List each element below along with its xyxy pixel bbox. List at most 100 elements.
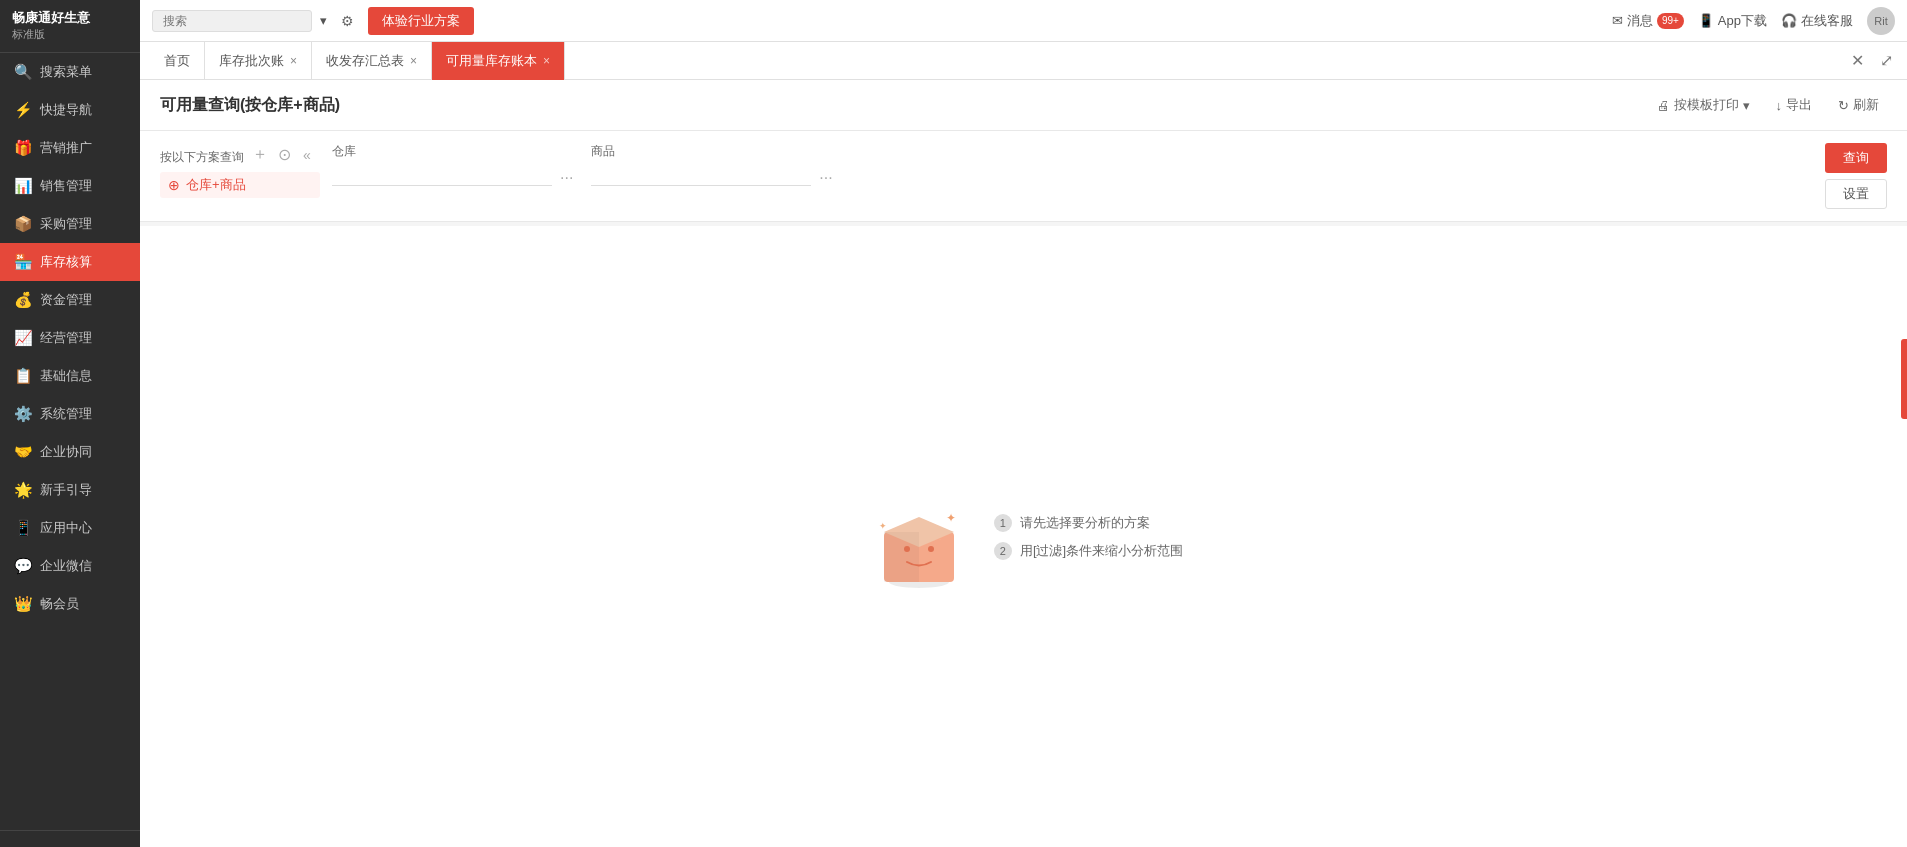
page-title: 可用量查询(按仓库+商品) [160,95,340,116]
export-button[interactable]: ↓ 导出 [1768,92,1821,118]
product-field: 商品 ... [591,143,836,186]
sidebar-item-14[interactable]: 👑 畅会员 [0,585,140,623]
svg-point-4 [904,546,910,552]
print-label: 按模板打印 [1674,96,1739,114]
hint-text-1: 请先选择要分析的方案 [1020,514,1150,532]
message-icon: ✉ [1612,13,1623,28]
sidebar-item-icon-1: ⚡ [14,101,32,119]
settings-button[interactable]: 设置 [1825,179,1887,209]
product-label: 商品 [591,143,836,160]
sidebar-item-label-13: 企业微信 [40,557,92,575]
expand-tab-button[interactable]: ⤢ [1874,49,1899,72]
scheme-item-label: 仓库+商品 [186,176,246,194]
warehouse-input[interactable] [332,162,552,186]
sidebar-item-11[interactable]: 🌟 新手引导 [0,471,140,509]
sidebar-item-icon-10: 🤝 [14,443,32,461]
filter-scheme-label: 按以下方案查询 [160,149,244,166]
print-dropdown-icon[interactable]: ▾ [1743,98,1750,113]
tabs-controls: ✕ ⤢ [1837,49,1907,72]
tab-available-qty-label: 可用量库存账本 [446,52,537,70]
search-input[interactable] [152,10,312,32]
hint-num-2: 2 [994,542,1012,560]
dropdown-icon[interactable]: ▾ [320,13,327,28]
print-button[interactable]: 🖨 按模板打印 ▾ [1649,92,1758,118]
sidebar-item-1[interactable]: ⚡ 快捷导航 [0,91,140,129]
message-label: 消息 [1627,12,1653,30]
export-icon: ↓ [1776,98,1783,113]
brand-edition: 标准版 [12,27,128,42]
sidebar-item-label-0: 搜索菜单 [40,63,92,81]
tab-available-qty-close[interactable]: × [543,54,550,68]
svg-text:✦: ✦ [879,521,887,531]
sidebar-item-12[interactable]: 📱 应用中心 [0,509,140,547]
filter-fields: 仓库 ... 商品 ... [332,143,1803,186]
sidebar-item-label-9: 系统管理 [40,405,92,423]
sidebar-item-0[interactable]: 🔍 搜索菜单 [0,53,140,91]
query-actions: 查询 设置 [1815,143,1887,209]
sidebar-item-icon-14: 👑 [14,595,32,613]
scheme-item-warehouse-product[interactable]: ⊕ 仓库+商品 [160,172,320,198]
app-download-label: App下载 [1718,12,1767,30]
warehouse-input-group: ... [332,162,577,186]
sidebar-item-2[interactable]: 🎁 营销推广 [0,129,140,167]
close-tab-button[interactable]: ✕ [1845,49,1870,72]
svg-text:✦: ✦ [946,511,956,525]
tab-summary[interactable]: 收发存汇总表 × [312,42,432,80]
message-button[interactable]: ✉ 消息 99+ [1612,12,1684,30]
sidebar-item-icon-8: 📋 [14,367,32,385]
empty-state: ✦ ✦ · 1 请先选择要分析的方案 2 用[过滤]条件来缩小分析范围 [140,226,1907,847]
tab-home-label: 首页 [164,52,190,70]
gear-icon[interactable]: ⚙ [335,11,360,31]
hint-num-1: 1 [994,514,1012,532]
empty-hints: 1 请先选择要分析的方案 2 用[过滤]条件来缩小分析范围 [994,514,1183,560]
svg-rect-3 [884,532,919,582]
collapse-button[interactable]: « [299,147,315,163]
add-scheme-button[interactable]: ＋ [250,144,270,165]
sidebar: 畅康通好生意 标准版 🔍 搜索菜单 ⚡ 快捷导航 🎁 营销推广 📊 销售管理 📦… [0,0,140,847]
online-service-button[interactable]: 🎧 在线客服 [1781,12,1853,30]
tabs-bar: 首页 库存批次账 × 收发存汇总表 × 可用量库存账本 × ✕ ⤢ [140,42,1907,80]
sidebar-item-5[interactable]: 🏪 库存核算 [0,243,140,281]
sidebar-footer [0,830,140,847]
sidebar-scroll: 🔍 搜索菜单 ⚡ 快捷导航 🎁 营销推广 📊 销售管理 📦 采购管理 🏪 库存核… [0,53,140,830]
query-button[interactable]: 查询 [1825,143,1887,173]
sidebar-item-icon-7: 📈 [14,329,32,347]
product-input[interactable] [591,162,811,186]
svg-text:·: · [939,536,941,543]
sidebar-item-label-14: 畅会员 [40,595,79,613]
sidebar-item-label-2: 营销推广 [40,139,92,157]
sidebar-item-6[interactable]: 💰 资金管理 [0,281,140,319]
product-input-group: ... [591,162,836,186]
sidebar-item-10[interactable]: 🤝 企业协同 [0,433,140,471]
settings-scheme-button[interactable]: ⊙ [276,145,293,164]
sidebar-item-8[interactable]: 📋 基础信息 [0,357,140,395]
sidebar-item-label-10: 企业协同 [40,443,92,461]
sidebar-item-7[interactable]: 📈 经营管理 [0,319,140,357]
trial-button[interactable]: 体验行业方案 [368,7,474,35]
brand-name: 畅康通好生意 [12,10,128,27]
tab-home[interactable]: 首页 [150,42,205,80]
main-area: ▾ ⚙ 体验行业方案 ✉ 消息 99+ 📱 App下载 🎧 在线客服 Rit [140,0,1907,847]
product-dots-button[interactable]: ... [815,165,836,183]
avatar[interactable]: Rit [1867,7,1895,35]
topbar: ▾ ⚙ 体验行业方案 ✉ 消息 99+ 📱 App下载 🎧 在线客服 Rit [140,0,1907,42]
sidebar-header: 畅康通好生意 标准版 [0,0,140,53]
sidebar-item-label-5: 库存核算 [40,253,92,271]
tab-batch-account-close[interactable]: × [290,54,297,68]
tab-summary-close[interactable]: × [410,54,417,68]
svg-point-5 [928,546,934,552]
sidebar-item-3[interactable]: 📊 销售管理 [0,167,140,205]
sidebar-item-label-4: 采购管理 [40,215,92,233]
warehouse-label: 仓库 [332,143,577,160]
sidebar-item-4[interactable]: 📦 采购管理 [0,205,140,243]
tab-batch-account[interactable]: 库存批次账 × [205,42,312,80]
message-badge: 99+ [1657,13,1684,29]
warehouse-dots-button[interactable]: ... [556,165,577,183]
phone-icon: 📱 [1698,13,1714,28]
refresh-button[interactable]: ↻ 刷新 [1830,92,1887,118]
right-scroll-indicator [1901,339,1907,419]
app-download-button[interactable]: 📱 App下载 [1698,12,1767,30]
tab-available-qty[interactable]: 可用量库存账本 × [432,42,565,80]
sidebar-item-9[interactable]: ⚙️ 系统管理 [0,395,140,433]
sidebar-item-13[interactable]: 💬 企业微信 [0,547,140,585]
